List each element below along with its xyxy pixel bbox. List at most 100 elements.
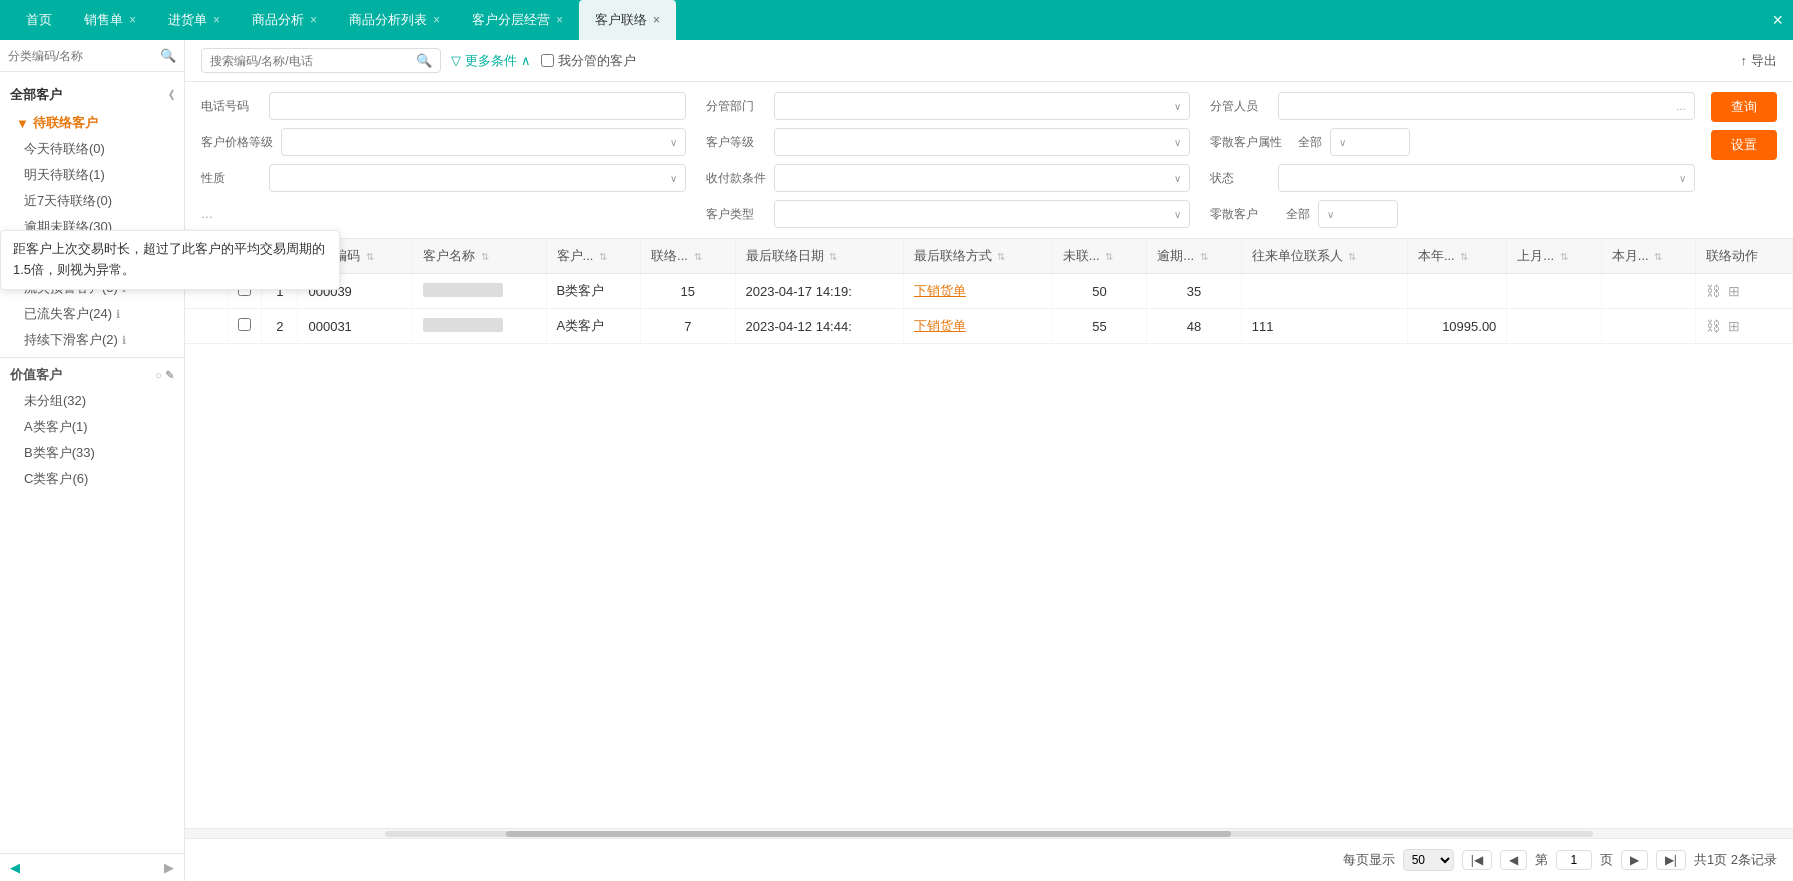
sidebar-item-c-class[interactable]: C类客户(6) [0, 466, 184, 492]
row1-qr-icon[interactable]: ⊞ [1728, 283, 1740, 299]
all-customers-title[interactable]: 全部客户 《 [0, 80, 184, 110]
filter-customer-level-select[interactable]: ∨ [774, 128, 1191, 156]
nav-home-label: 首页 [26, 11, 52, 29]
sort-thisyear-icon[interactable]: ⇅ [1460, 251, 1468, 262]
filter-retail-customer-select[interactable]: ∨ [1318, 200, 1398, 228]
close-product-analysis-icon[interactable]: × [310, 13, 317, 27]
sidebar-item-unclassified[interactable]: 未分组(32) [0, 388, 184, 414]
sort-overdue-icon[interactable]: ⇅ [1200, 251, 1208, 262]
filter-price-level-select[interactable]: ∨ [281, 128, 686, 156]
row1-lastmethod-link[interactable]: 下销货单 [914, 283, 966, 298]
nav-purchase[interactable]: 进货单 × [152, 0, 236, 40]
col-contact-person: 往来单位联系人 ⇅ [1241, 239, 1407, 274]
sidebar-divider-2 [0, 357, 184, 358]
close-sales-icon[interactable]: × [129, 13, 136, 27]
my-customer-checkbox[interactable] [541, 54, 554, 67]
sort-lastdate-icon[interactable]: ⇅ [829, 251, 837, 262]
sidebar-item-a-class[interactable]: A类客户(1) [0, 414, 184, 440]
sidebar-item-7days[interactable]: 近7天待联络(0) [0, 188, 184, 214]
filter-payment-select[interactable]: ∨ [774, 164, 1191, 192]
row1-level: B类客户 [546, 274, 640, 309]
export-button[interactable]: ↑ 导出 [1741, 52, 1778, 70]
row2-checkbox[interactable] [228, 309, 262, 344]
sort-thismonth-icon[interactable]: ⇅ [1654, 251, 1662, 262]
filter-status-select[interactable]: ∨ [1278, 164, 1695, 192]
sort-contact-icon[interactable]: ⇅ [694, 251, 702, 262]
row1-link-icon[interactable]: ⛓ [1706, 283, 1720, 299]
close-customer-tier-icon[interactable]: × [556, 13, 563, 27]
filter-person-select[interactable]: … [1278, 92, 1695, 120]
row1-contact: 15 [641, 274, 735, 309]
value-customer-group[interactable]: 价值客户 ○ ✎ [0, 362, 184, 388]
horizontal-scrollbar[interactable] [185, 828, 1793, 838]
nav-customer-tier[interactable]: 客户分层经营 × [456, 0, 579, 40]
first-page-button[interactable]: |◀ [1462, 850, 1492, 870]
close-product-list-icon[interactable]: × [433, 13, 440, 27]
row1-thisyear [1407, 274, 1506, 309]
value-customer-edit-icons[interactable]: ○ ✎ [155, 369, 174, 382]
sidebar-item-churned[interactable]: 已流失客户(24) ℹ [0, 301, 184, 327]
page-number-input[interactable] [1556, 850, 1592, 870]
page-size-select[interactable]: 50 10 20 100 [1403, 849, 1454, 871]
last-page-button[interactable]: ▶| [1656, 850, 1686, 870]
row2-lastmethod-link[interactable]: 下销货单 [914, 318, 966, 333]
filter-price-level-arrow: ∨ [670, 137, 677, 148]
query-button[interactable]: 查询 [1711, 92, 1777, 122]
sort-contactperson-icon[interactable]: ⇅ [1348, 251, 1356, 262]
main-search-icon[interactable]: 🔍 [416, 53, 432, 68]
search-box: 🔍 [201, 48, 441, 73]
filter-phone-input[interactable] [269, 92, 686, 120]
tooltip-box: 距客户上次交易时长，超过了此客户的平均交易周期的1.5倍，则视为异常。 [0, 230, 185, 290]
scrollbar-thumb[interactable] [506, 831, 1231, 837]
setting-button[interactable]: 设置 [1711, 130, 1777, 160]
sidebar-search-icon[interactable]: 🔍 [160, 48, 176, 63]
top-navigation: 首页 销售单 × 进货单 × 商品分析 × 商品分析列表 × 客户分层经营 × … [0, 0, 1793, 40]
row1-nocontact: 50 [1052, 274, 1146, 309]
row2-qr-icon[interactable]: ⊞ [1728, 318, 1740, 334]
prev-page-button[interactable]: ◀ [1500, 850, 1527, 870]
export-icon: ↑ [1741, 53, 1748, 68]
filter-dept-select[interactable]: ∨ [774, 92, 1191, 120]
close-window-icon[interactable]: × [1772, 10, 1783, 31]
row2-link-icon[interactable]: ⛓ [1706, 318, 1720, 334]
filter-more-btn[interactable]: … [201, 207, 213, 221]
more-filter-button[interactable]: ▽ 更多条件 ∧ [451, 52, 531, 70]
main-search-input[interactable] [210, 54, 416, 68]
sort-name-icon[interactable]: ⇅ [481, 251, 489, 262]
close-purchase-icon[interactable]: × [213, 13, 220, 27]
sidebar-item-today[interactable]: 今天待联络(0) [0, 136, 184, 162]
row1-name-blurred [423, 283, 503, 297]
my-customer-checkbox-label[interactable]: 我分管的客户 [541, 52, 636, 70]
filter-price-level-label: 客户价格等级 [201, 134, 273, 151]
nav-product-list-label: 商品分析列表 [349, 11, 427, 29]
sort-lastmethod-icon[interactable]: ⇅ [997, 251, 1005, 262]
filter-phone: 电话号码 [201, 92, 686, 120]
filter-nature-select[interactable]: ∨ [269, 164, 686, 192]
nav-sales[interactable]: 销售单 × [68, 0, 152, 40]
close-customer-contact-icon[interactable]: × [653, 13, 660, 27]
nav-home[interactable]: 首页 [10, 0, 68, 40]
sort-nocontact-icon[interactable]: ⇅ [1105, 251, 1113, 262]
sort-lastmonth-icon[interactable]: ⇅ [1560, 251, 1568, 262]
sidebar-search-input[interactable] [8, 49, 160, 63]
filter-person-ellipsis: … [1676, 101, 1686, 112]
row2-code[interactable]: 000031 [298, 309, 413, 344]
nav-customer-contact[interactable]: 客户联络 × [579, 0, 676, 40]
nav-product-list[interactable]: 商品分析列表 × [333, 0, 456, 40]
pending-contact-group[interactable]: ▼ 待联络客户 [0, 110, 184, 136]
sidebar-item-tomorrow[interactable]: 明天待联络(1) [0, 162, 184, 188]
filter-customer-type-select[interactable]: ∨ [774, 200, 1191, 228]
value-customer-label: 价值客户 [10, 366, 62, 384]
sidebar-bottom[interactable]: ◀ ▶ [0, 853, 184, 881]
row2-thisyear: 10995.00 [1407, 309, 1506, 344]
sort-code-icon[interactable]: ⇅ [366, 251, 374, 262]
next-page-button[interactable]: ▶ [1621, 850, 1648, 870]
row2-check[interactable] [238, 318, 251, 331]
filter-customer-level: 客户等级 ∨ [706, 128, 1191, 156]
sidebar-collapse-icon[interactable]: 《 [163, 88, 174, 103]
nav-product-analysis[interactable]: 商品分析 × [236, 0, 333, 40]
sidebar-item-declining[interactable]: 持续下滑客户(2) ℹ [0, 327, 184, 353]
sidebar-item-b-class[interactable]: B类客户(33) [0, 440, 184, 466]
filter-retail-attr-select[interactable]: ∨ [1330, 128, 1410, 156]
sort-level-icon[interactable]: ⇅ [599, 251, 607, 262]
